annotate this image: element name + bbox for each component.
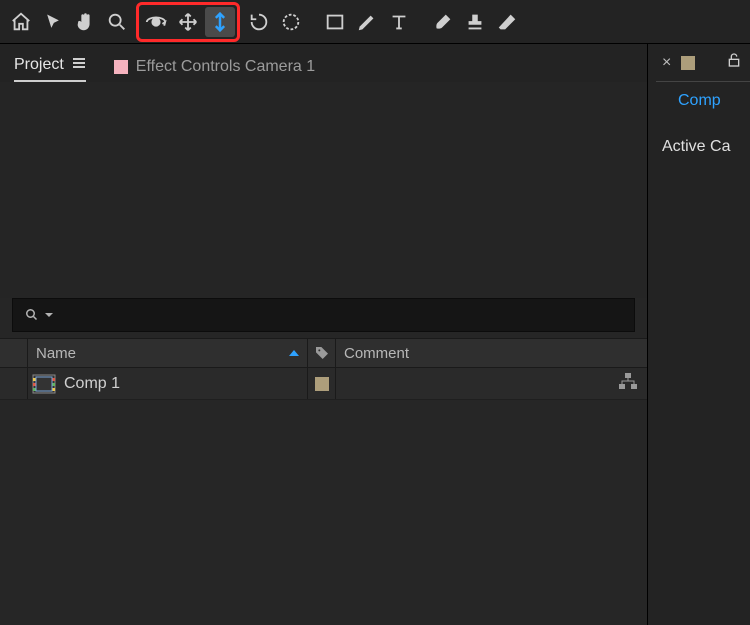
hand-tool[interactable]: [70, 7, 100, 37]
rectangle-tool[interactable]: [320, 7, 350, 37]
left-area: Project Effect Controls Camera 1 Name: [0, 44, 648, 625]
tab-effect-controls-label: Effect Controls Camera 1: [136, 58, 315, 76]
eraser-icon: [496, 11, 518, 33]
home-tool[interactable]: [6, 7, 36, 37]
camera-tools-highlight: [136, 2, 240, 42]
pen-tool[interactable]: [352, 7, 382, 37]
orbit-camera-tool[interactable]: [141, 7, 171, 37]
pan-camera-tool[interactable]: [173, 7, 203, 37]
pan-icon: [177, 11, 199, 33]
right-panel-tab-label: Comp: [678, 92, 721, 109]
chevron-down-icon: [44, 310, 54, 320]
row-label-cell[interactable]: [308, 368, 336, 399]
label-swatch: [315, 377, 329, 391]
search-icon: [23, 306, 41, 324]
composition-icon: [32, 374, 56, 394]
project-empty-area[interactable]: [0, 400, 647, 625]
col-comment[interactable]: Comment: [336, 345, 409, 362]
close-icon[interactable]: ×: [662, 54, 671, 72]
workspace: Project Effect Controls Camera 1 Name: [0, 44, 750, 625]
col-leading: [0, 339, 28, 367]
brush-tool[interactable]: [428, 7, 458, 37]
project-item-name: Comp 1: [64, 375, 120, 393]
pen-icon: [356, 11, 378, 33]
rectangle-icon: [324, 11, 346, 33]
right-panel: × Comp Active Ca: [648, 44, 750, 625]
right-panel-tab[interactable]: Comp: [656, 82, 750, 118]
roto-brush-tool[interactable]: [276, 7, 306, 37]
row-comment-cell[interactable]: [336, 368, 647, 399]
tab-effect-controls[interactable]: Effect Controls Camera 1: [114, 58, 315, 82]
dolly-icon: [210, 11, 230, 33]
toolbar: [0, 0, 750, 44]
project-panel: Name Comment Comp 1: [0, 82, 647, 625]
column-headers: Name Comment: [0, 338, 647, 368]
col-name[interactable]: Name: [28, 339, 308, 367]
home-icon: [10, 11, 32, 33]
clone-stamp-tool[interactable]: [460, 7, 490, 37]
row-name-cell[interactable]: Comp 1: [28, 368, 308, 399]
lock-icon[interactable]: [726, 52, 742, 73]
search-input[interactable]: [60, 307, 624, 323]
right-panel-header: ×: [656, 52, 750, 82]
panel-menu-icon[interactable]: [72, 56, 86, 74]
col-comment-label: Comment: [344, 345, 409, 362]
panel-tabs: Project Effect Controls Camera 1: [0, 44, 647, 82]
type-icon: [388, 11, 410, 33]
rotation-tool[interactable]: [244, 7, 274, 37]
orbit-icon: [145, 11, 167, 33]
tab-project[interactable]: Project: [14, 56, 86, 82]
eraser-tool[interactable]: [492, 7, 522, 37]
dolly-camera-tool[interactable]: [205, 7, 235, 37]
row-leading: [0, 368, 28, 399]
project-search[interactable]: [12, 298, 635, 332]
brush-icon: [432, 11, 454, 33]
arrow-cursor-icon: [43, 12, 63, 32]
col-name-label: Name: [36, 345, 76, 362]
sort-indicator-icon: [287, 345, 301, 362]
tab-project-label: Project: [14, 56, 64, 74]
project-preview-area: [0, 82, 647, 298]
flowchart-icon[interactable]: [619, 373, 637, 394]
roto-icon: [280, 11, 302, 33]
effect-controls-swatch: [114, 60, 128, 74]
rotate-icon: [248, 11, 270, 33]
stamp-icon: [464, 11, 486, 33]
hand-icon: [74, 11, 96, 33]
zoom-tool[interactable]: [102, 7, 132, 37]
active-camera-label[interactable]: Active Ca: [656, 118, 750, 156]
type-tool[interactable]: [384, 7, 414, 37]
zoom-icon: [106, 11, 128, 33]
right-swatch: [681, 56, 695, 70]
project-item-row[interactable]: Comp 1: [0, 368, 647, 400]
tag-icon: [314, 345, 330, 361]
col-label[interactable]: [308, 339, 336, 367]
selection-tool[interactable]: [38, 7, 68, 37]
